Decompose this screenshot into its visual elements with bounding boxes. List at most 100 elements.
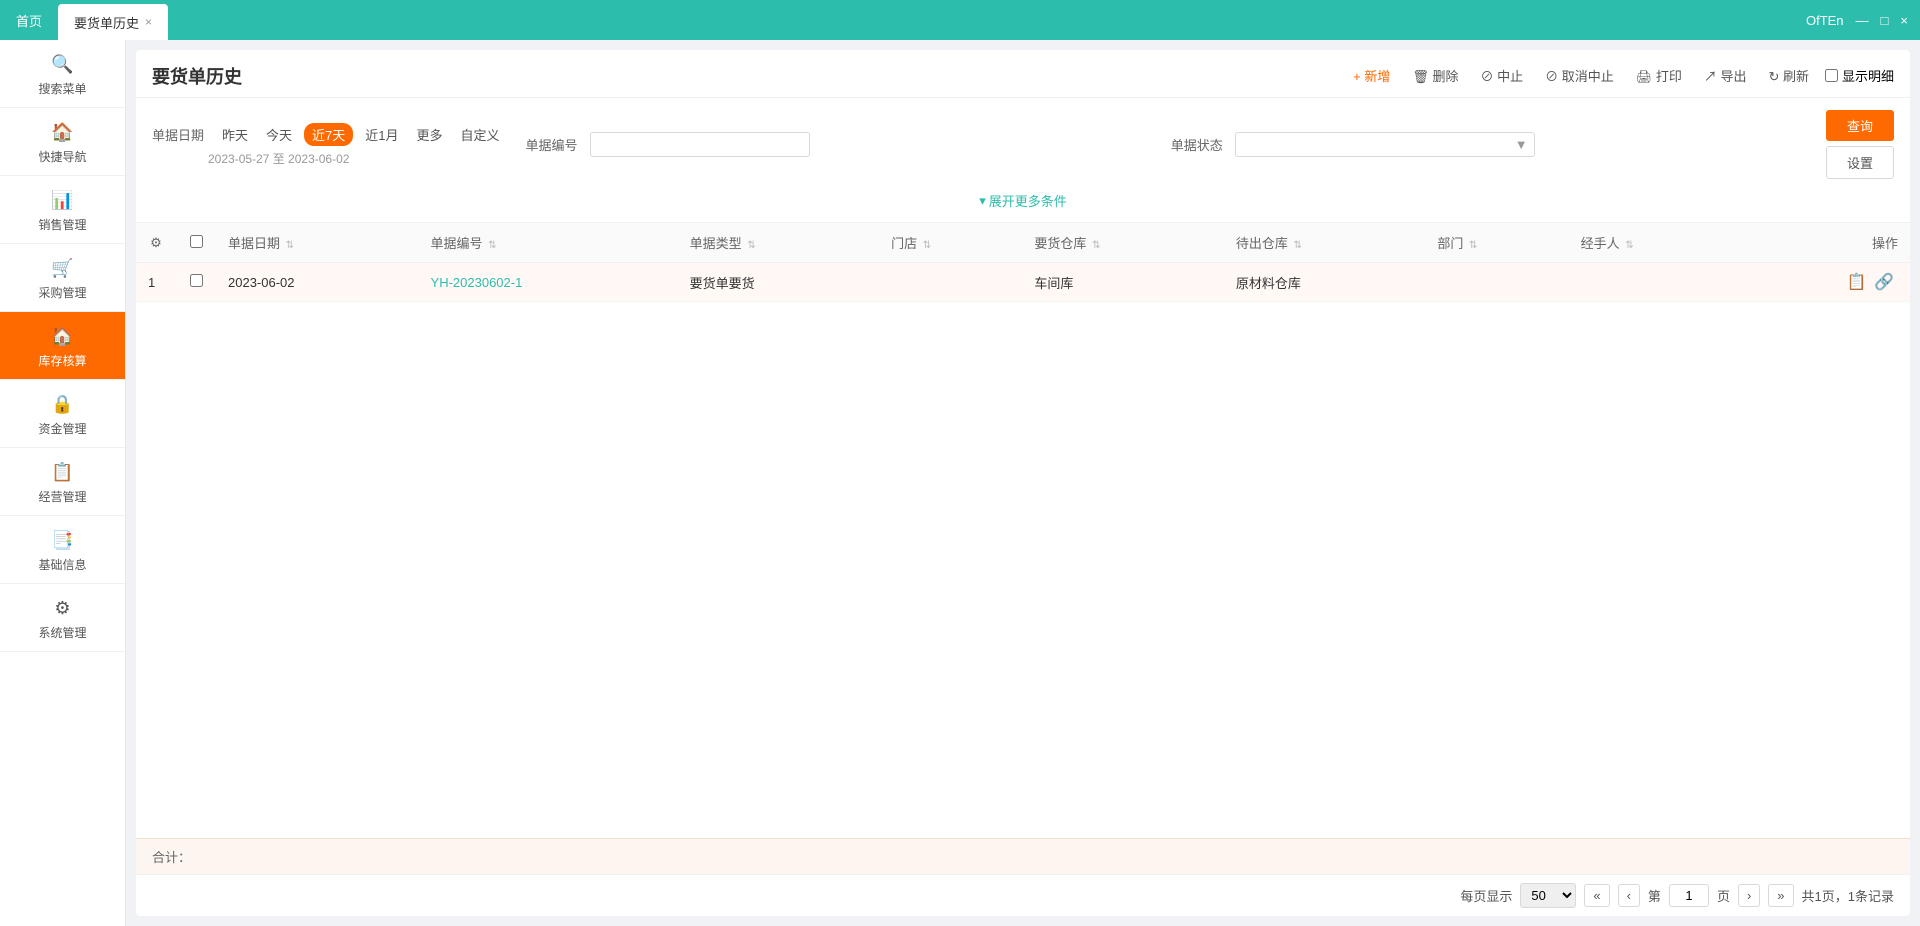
page-content: 要货单历史 + 新增 🗑 删除 ⊘ 中止 ⊘ 取消中止 🖨 打印 ↗ 导出 ↻ … [136, 50, 1910, 916]
inventory-accounting-icon: 🏠 [51, 326, 73, 347]
content-area: 要货单历史 + 新增 🗑 删除 ⊘ 中止 ⊘ 取消中止 🖨 打印 ↗ 导出 ↻ … [126, 40, 1920, 926]
date-btn-yesterday[interactable]: 昨天 [216, 123, 254, 146]
top-bar: 首页 要货单历史 × OfTEn — □ × [0, 0, 1920, 40]
filter-row-1: 单据日期 昨天 今天 近7天 近1月 更多 自定义 2023-05-27 至 2… [152, 110, 1894, 179]
expand-text: 展开更多条件 [989, 191, 1067, 210]
page-size-select[interactable]: 50 20 100 [1520, 883, 1576, 908]
th-bill-number[interactable]: 单据编号 ⇅ [419, 223, 678, 263]
sidebar-item-purchase-management[interactable]: 🛒 采购管理 [0, 244, 125, 312]
page-number-input[interactable] [1669, 884, 1709, 907]
sidebar-item-capital-management[interactable]: 🔒 资金管理 [0, 380, 125, 448]
date-btn-more[interactable]: 更多 [411, 123, 449, 146]
operations-management-icon: 📋 [51, 462, 73, 483]
sort-icon-department: ⇅ [1469, 240, 1477, 251]
date-btn-custom[interactable]: 自定义 [455, 123, 506, 146]
top-bar-right: OfTEn — □ × [1806, 13, 1920, 28]
sidebar-item-search-menu[interactable]: 🔍 搜索菜单 [0, 40, 125, 108]
maximize-btn[interactable]: □ [1881, 13, 1889, 28]
cell-req-warehouse: 车间库 [1022, 263, 1223, 302]
new-button[interactable]: + 新增 [1347, 62, 1396, 89]
last-page-button[interactable]: » [1768, 884, 1793, 907]
main-layout: 🔍 搜索菜单 🏠 快捷导航 📊 销售管理 🛒 采购管理 🏠 库存核算 🔒 资金管… [0, 40, 1920, 926]
bill-number-input[interactable] [590, 132, 810, 157]
sort-icon-req-warehouse: ⇅ [1092, 240, 1100, 251]
summary-label: 合计： [152, 847, 191, 866]
tab-home[interactable]: 首页 [0, 0, 58, 40]
page-unit: 页 [1717, 886, 1730, 905]
first-page-button[interactable]: « [1584, 884, 1609, 907]
sidebar-item-label: 基础信息 [38, 556, 86, 573]
print-button[interactable]: 🖨 打印 [1630, 62, 1688, 89]
show-detail-text: 显示明细 [1842, 66, 1894, 85]
sort-icon-handler: ⇅ [1625, 240, 1633, 251]
tab-requisition-history[interactable]: 要货单历史 × [58, 4, 168, 40]
page-header: 要货单历史 + 新增 🗑 删除 ⊘ 中止 ⊘ 取消中止 🖨 打印 ↗ 导出 ↻ … [136, 50, 1910, 98]
search-menu-icon: 🔍 [51, 54, 73, 75]
th-settings[interactable]: ⚙ [136, 223, 176, 263]
th-handler[interactable]: 经手人 ⇅ [1569, 223, 1741, 263]
setting-button[interactable]: 设置 [1826, 146, 1894, 179]
th-bill-date[interactable]: 单据日期 ⇅ [216, 223, 419, 263]
bill-status-select[interactable] [1235, 132, 1535, 157]
prev-page-button[interactable]: ‹ [1618, 884, 1640, 907]
sidebar-item-basic-info[interactable]: 📑 基础信息 [0, 516, 125, 584]
capital-management-icon: 🔒 [51, 394, 73, 415]
system-management-icon: ⚙ [54, 598, 70, 619]
basic-info-icon: 📑 [51, 530, 73, 551]
th-department[interactable]: 部门 ⇅ [1425, 223, 1568, 263]
sidebar-item-system-management[interactable]: ⚙ 系统管理 [0, 584, 125, 652]
bill-number-link[interactable]: YH-20230602-1 [431, 275, 523, 290]
filter-actions: 查询 设置 [1826, 110, 1894, 179]
minimize-btn[interactable]: — [1856, 13, 1869, 28]
sidebar-item-label: 资金管理 [38, 420, 86, 437]
row-action-link[interactable]: 🔗 [1874, 274, 1894, 291]
export-button[interactable]: ↗ 导出 [1698, 62, 1753, 89]
pagination-bar: 每页显示 50 20 100 « ‹ 第 页 › » 共1页，1条记录 [136, 874, 1910, 916]
select-all-checkbox[interactable] [190, 235, 203, 248]
sidebar-item-inventory-accounting[interactable]: 🏠 库存核算 [0, 312, 125, 380]
bill-status-label: 单据状态 [1171, 135, 1223, 154]
tab-close-icon[interactable]: × [145, 15, 152, 29]
page-title: 要货单历史 [152, 63, 1347, 89]
th-pending-warehouse[interactable]: 待出仓库 ⇅ [1224, 223, 1425, 263]
sidebar-item-shortcut-nav[interactable]: 🏠 快捷导航 [0, 108, 125, 176]
sort-icon-bill-date: ⇅ [286, 240, 294, 251]
refresh-button[interactable]: ↻ 刷新 [1762, 62, 1815, 89]
bill-date-label: 单据日期 [152, 125, 204, 144]
data-table: ⚙ 单据日期 ⇅ 单据编号 ⇅ [136, 223, 1910, 302]
cell-store [879, 263, 1022, 302]
delete-button[interactable]: 🗑 删除 [1406, 62, 1464, 89]
query-button[interactable]: 查询 [1826, 110, 1894, 141]
th-bill-type[interactable]: 单据类型 ⇅ [678, 223, 879, 263]
sidebar-item-sales-management[interactable]: 📊 销售管理 [0, 176, 125, 244]
expand-conditions-button[interactable]: ▾ 展开更多条件 [979, 187, 1067, 214]
row-action-preview[interactable]: 📋 [1847, 274, 1867, 291]
sales-management-icon: 📊 [51, 190, 73, 211]
sidebar-item-label: 经营管理 [38, 488, 86, 505]
th-req-warehouse[interactable]: 要货仓库 ⇅ [1022, 223, 1223, 263]
sidebar-item-label: 快捷导航 [38, 148, 86, 165]
show-detail-checkbox[interactable] [1825, 69, 1838, 82]
cancel-stop-button[interactable]: ⊘ 取消中止 [1539, 62, 1620, 89]
show-detail-label[interactable]: 显示明细 [1825, 66, 1894, 85]
cell-checkbox [176, 263, 216, 302]
sidebar-item-label: 销售管理 [38, 216, 86, 233]
sidebar-item-operations-management[interactable]: 📋 经营管理 [0, 448, 125, 516]
sort-icon-bill-number: ⇅ [488, 240, 496, 251]
next-page-button[interactable]: › [1738, 884, 1760, 907]
shortcut-nav-icon: 🏠 [51, 122, 73, 143]
date-btn-7days[interactable]: 近7天 [304, 123, 353, 146]
th-store[interactable]: 门店 ⇅ [879, 223, 1022, 263]
date-btn-today[interactable]: 今天 [260, 123, 298, 146]
cell-bill-date: 2023-06-02 [216, 263, 419, 302]
total-info: 共1页，1条记录 [1802, 886, 1894, 905]
stop-button[interactable]: ⊘ 中止 [1474, 62, 1529, 89]
cell-index: 1 [136, 263, 176, 302]
close-btn[interactable]: × [1900, 13, 1908, 28]
tab-label: 要货单历史 [74, 13, 139, 32]
row-checkbox[interactable] [190, 274, 203, 287]
cell-bill-type: 要货单要货 [678, 263, 879, 302]
date-btn-1month[interactable]: 近1月 [359, 123, 404, 146]
date-filters: 昨天 今天 近7天 近1月 更多 自定义 [216, 123, 506, 146]
sidebar-item-label: 采购管理 [38, 284, 86, 301]
